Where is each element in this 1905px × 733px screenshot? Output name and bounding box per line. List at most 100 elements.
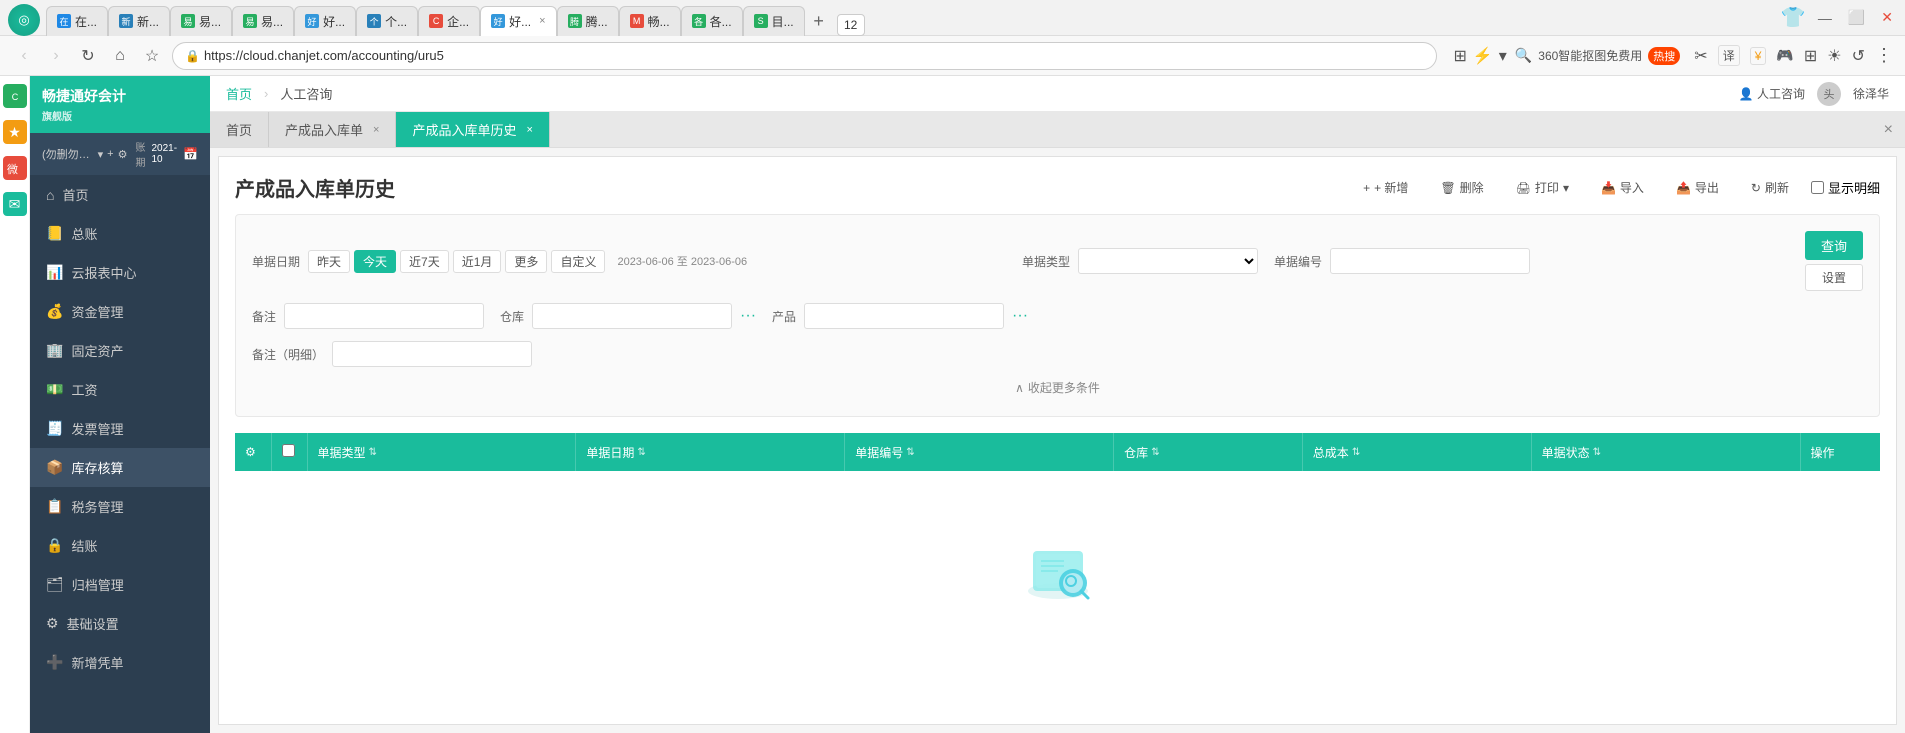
sidebar-item-tax[interactable]: 📋 税务管理 xyxy=(30,487,210,526)
close-content-button[interactable]: × xyxy=(1884,121,1893,139)
dots-menu-icon[interactable]: ⋮ xyxy=(1875,45,1893,66)
select-all-checkbox[interactable] xyxy=(282,444,295,457)
maximize-button[interactable]: ⬜ xyxy=(1844,9,1869,26)
remark-input[interactable] xyxy=(284,303,484,329)
undo-icon[interactable]: ↺ xyxy=(1852,46,1865,66)
page-tab-home[interactable]: 首页 xyxy=(210,112,269,147)
plugin-icon[interactable]: ⚡ xyxy=(1473,46,1493,66)
print-button[interactable]: 🖨 打印 ▾ xyxy=(1506,175,1579,200)
browser-tab[interactable]: 好 好... xyxy=(294,6,356,36)
type-select[interactable] xyxy=(1078,248,1258,274)
docno-input[interactable] xyxy=(1330,248,1530,274)
browser-tab[interactable]: 在 在... xyxy=(46,6,108,36)
remark-detail-input[interactable] xyxy=(332,341,532,367)
browser-tab-active[interactable]: 好 好... × xyxy=(480,6,556,36)
warehouse-input[interactable] xyxy=(532,303,732,329)
col-check[interactable] xyxy=(271,433,307,471)
translate-icon[interactable]: 译 xyxy=(1718,45,1740,66)
calendar-icon[interactable]: 📅 xyxy=(183,147,198,161)
add-icon[interactable]: + xyxy=(107,148,113,160)
sidebar-item-invoice[interactable]: 🧾 发票管理 xyxy=(30,409,210,448)
browser-tab[interactable]: 各 各... xyxy=(681,6,743,36)
sidebar-item-close[interactable]: 🔒 结账 xyxy=(30,526,210,565)
col-warehouse[interactable]: 仓库 ⇅ xyxy=(1114,433,1303,471)
sidebar-item-fund[interactable]: 💰 资金管理 xyxy=(30,292,210,331)
col-cost[interactable]: 总成本 ⇅ xyxy=(1302,433,1531,471)
date-btn-more[interactable]: 更多 xyxy=(505,250,547,273)
browser-tab[interactable]: M 畅... xyxy=(619,6,681,36)
col-docno[interactable]: 单据编号 ⇅ xyxy=(845,433,1114,471)
date-btn-yesterday[interactable]: 昨天 xyxy=(308,250,350,273)
search-area[interactable]: 🔍 360智能抠图免费用 热搜 ✂ 译 ¥ 🎮 ⊞ ☀ ↺ ⋮ xyxy=(1515,45,1893,66)
rail-chanjet-icon[interactable]: C xyxy=(3,84,27,108)
dropdown-icon[interactable]: ▾ xyxy=(1499,46,1507,66)
date-btn-1month[interactable]: 近1月 xyxy=(453,250,502,273)
page-tab-history[interactable]: 产成品入库单历史 × xyxy=(396,112,549,147)
browser-tab[interactable]: 易 易... xyxy=(232,6,294,36)
back-button[interactable]: ‹ xyxy=(12,44,36,68)
browser-tab[interactable]: C 企... xyxy=(418,6,480,36)
rail-mail-icon[interactable]: ✉ xyxy=(3,192,27,216)
home-button[interactable]: ⌂ xyxy=(108,44,132,68)
sidebar-item-salary[interactable]: 💵 工资 xyxy=(30,370,210,409)
sidebar-item-assets[interactable]: 🏢 固定资产 xyxy=(30,331,210,370)
service-label[interactable]: 👤 人工咨询 xyxy=(1739,85,1805,102)
browser-tab[interactable]: 易 易... xyxy=(170,6,232,36)
browser-tab[interactable]: S 目... xyxy=(743,6,805,36)
rail-weibo-icon[interactable]: 微 xyxy=(3,156,27,180)
date-btn-7days[interactable]: 近7天 xyxy=(400,250,449,273)
print-dropdown-icon[interactable]: ▾ xyxy=(1563,181,1569,195)
grid-icon[interactable]: ⊞ xyxy=(1453,46,1466,66)
import-button[interactable]: 📥 导入 xyxy=(1591,175,1654,200)
sidebar-item-inventory[interactable]: 📦 库存核算 xyxy=(30,448,210,487)
minimize-button[interactable]: — xyxy=(1814,10,1836,26)
tab-history-close[interactable]: × xyxy=(526,124,532,136)
col-gear[interactable]: ⚙ xyxy=(235,433,271,471)
settings-icon[interactable]: ⚙ xyxy=(118,148,128,161)
tab-close-button[interactable]: × xyxy=(539,15,545,27)
browser-tab[interactable]: 个 个... xyxy=(356,6,418,36)
currency-icon[interactable]: ¥ xyxy=(1750,47,1767,65)
sidebar-item-basic[interactable]: ⚙ 基础设置 xyxy=(30,604,210,643)
date-btn-custom[interactable]: 自定义 xyxy=(551,250,605,273)
bookmark-button[interactable]: ☆ xyxy=(140,44,164,68)
sidebar-item-report[interactable]: 📊 云报表中心 xyxy=(30,253,210,292)
col-status[interactable]: 单据状态 ⇅ xyxy=(1531,433,1800,471)
setting-button[interactable]: 设置 xyxy=(1805,264,1863,291)
sidebar-item-ledger[interactable]: 📒 总账 xyxy=(30,214,210,253)
grid2-icon[interactable]: ⊞ xyxy=(1804,46,1817,66)
browser-tab[interactable]: 新 新... xyxy=(108,6,170,36)
close-window-button[interactable]: ✕ xyxy=(1877,9,1897,26)
col-type[interactable]: 单据类型 ⇅ xyxy=(307,433,576,471)
query-button[interactable]: 查询 xyxy=(1805,231,1863,260)
warehouse-dots-button[interactable]: ··· xyxy=(740,307,756,325)
delete-button[interactable]: 🗑 删除 xyxy=(1430,175,1493,200)
scissors-icon[interactable]: ✂ xyxy=(1694,46,1707,66)
export-button[interactable]: 📤 导出 xyxy=(1666,175,1729,200)
sidebar-item-newbill[interactable]: ➕ 新增凭单 xyxy=(30,643,210,682)
show-detail-check[interactable]: 显示明细 xyxy=(1811,178,1880,197)
collapse-button[interactable]: ∧ 收起更多条件 xyxy=(252,375,1863,400)
game-icon[interactable]: 🎮 xyxy=(1776,47,1793,64)
product-input[interactable] xyxy=(804,303,1004,329)
company-dropdown-icon[interactable]: ▾ xyxy=(98,148,104,161)
sidebar-item-home[interactable]: ⌂ 首页 xyxy=(30,175,210,214)
rail-star-icon[interactable]: ★ xyxy=(3,120,27,144)
date-btn-today[interactable]: 今天 xyxy=(354,250,396,273)
page-tab-list[interactable]: 产成品入库单 × xyxy=(269,112,396,147)
sidebar-item-archive[interactable]: 🗂 归档管理 xyxy=(30,565,210,604)
col-date[interactable]: 单据日期 ⇅ xyxy=(576,433,845,471)
tab-list-close[interactable]: × xyxy=(373,124,379,136)
address-input[interactable]: 🔒 https://cloud.chanjet.com/accounting/u… xyxy=(172,42,1437,70)
top-home-link[interactable]: 首页 xyxy=(226,84,252,103)
sun-icon[interactable]: ☀ xyxy=(1827,46,1841,66)
show-detail-checkbox[interactable] xyxy=(1811,181,1824,194)
refresh-button[interactable]: ↻ xyxy=(76,44,100,68)
refresh-page-button[interactable]: ↻ 刷新 xyxy=(1741,175,1799,200)
product-dots-button[interactable]: ··· xyxy=(1012,307,1028,325)
browser-tab[interactable]: 腾 腾... xyxy=(557,6,619,36)
forward-button[interactable]: › xyxy=(44,44,68,68)
add-button[interactable]: + + 新增 xyxy=(1353,175,1418,200)
sidebar-company[interactable]: (勿删勿禁用）江西服宝测试专用 ▾ + ⚙ 账期 2021-10 📅 xyxy=(30,133,210,175)
new-tab-button[interactable]: + xyxy=(805,8,833,36)
